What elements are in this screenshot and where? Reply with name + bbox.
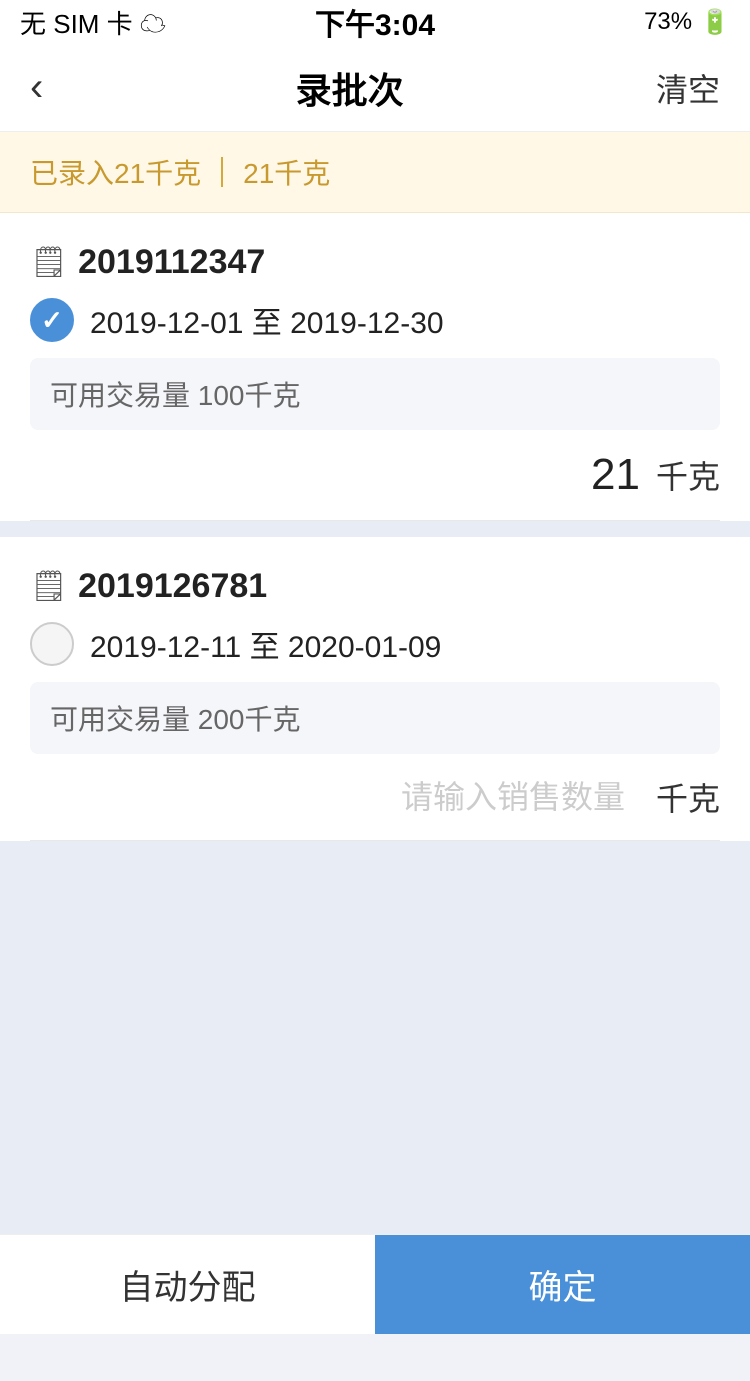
confirm-button[interactable]: 确定 <box>375 1235 750 1334</box>
quantity-value-1: 21 <box>591 450 640 500</box>
info-banner: 已录入21千克 21千克 <box>0 132 750 213</box>
batch-date-1: 2019-12-01 至 2019-12-30 <box>90 298 444 342</box>
total-amount: 21千克 <box>243 152 330 192</box>
quantity-unit-2: 千克 <box>656 774 720 820</box>
batch-header-1: 🗒 2019112347 <box>30 243 720 282</box>
batch-available-1: 可用交易量 100千克 <box>30 358 720 430</box>
banner-divider <box>221 157 223 187</box>
radio-1[interactable] <box>30 298 74 342</box>
recorded-amount: 已录入21千克 <box>30 152 201 192</box>
page-title: 录批次 <box>296 62 404 114</box>
batch-date-2: 2019-12-11 至 2020-01-09 <box>90 622 441 666</box>
batch-date-row-2: 2019-12-11 至 2020-01-09 <box>30 622 720 666</box>
batch-card-1: 🗒 2019112347 2019-12-01 至 2019-12-30 可用交… <box>0 213 750 521</box>
batch-id-1: 2019112347 <box>78 243 265 282</box>
quantity-unit-1: 千克 <box>656 452 720 498</box>
quantity-input-row-2: 千克 <box>30 754 720 841</box>
status-right: 73% 🔋 <box>644 8 730 37</box>
back-button[interactable]: ‹ <box>30 65 43 110</box>
main-content: 🗒 2019112347 2019-12-01 至 2019-12-30 可用交… <box>0 213 750 1381</box>
status-bar: 无 SIM 卡 ☁ 下午3:04 73% 🔋 <box>0 0 750 44</box>
bottom-spacer <box>0 841 750 1281</box>
auto-distribute-button[interactable]: 自动分配 <box>0 1235 375 1334</box>
clear-button[interactable]: 清空 <box>656 65 720 111</box>
section-divider-1 <box>0 521 750 537</box>
quantity-input-2[interactable] <box>30 779 640 816</box>
battery-status: 73% <box>644 8 692 36</box>
batch-id-2: 2019126781 <box>78 567 267 606</box>
batch-available-2: 可用交易量 200千克 <box>30 682 720 754</box>
sim-status: 无 SIM 卡 ☁ <box>20 4 166 41</box>
batch-card-2: 🗒 2019126781 2019-12-11 至 2020-01-09 可用交… <box>0 537 750 841</box>
status-time: 下午3:04 <box>315 0 435 44</box>
status-left: 无 SIM 卡 ☁ <box>20 4 166 41</box>
batch-quantity-row-1: 21 千克 <box>30 430 720 521</box>
nav-bar: ‹ 录批次 清空 <box>0 44 750 132</box>
batch-icon-1: 🗒 <box>30 245 68 280</box>
batch-icon-2: 🗒 <box>30 569 68 604</box>
battery-icon: 🔋 <box>700 8 730 37</box>
batch-date-row-1: 2019-12-01 至 2019-12-30 <box>30 298 720 342</box>
radio-2[interactable] <box>30 622 74 666</box>
bottom-bar: 自动分配 确定 <box>0 1234 750 1334</box>
batch-header-2: 🗒 2019126781 <box>30 567 720 606</box>
